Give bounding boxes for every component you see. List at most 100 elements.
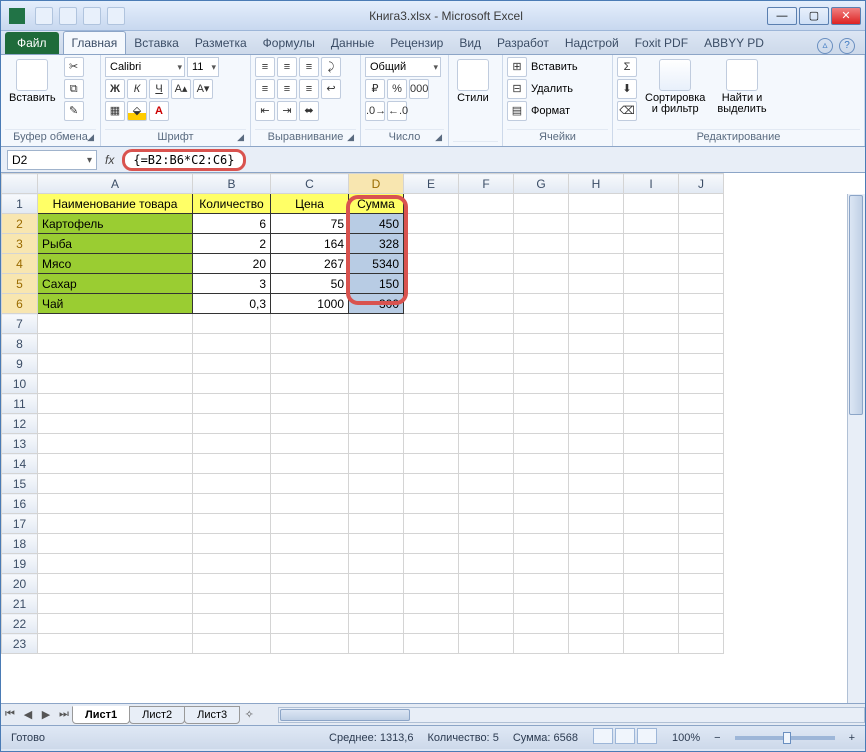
cell-I12[interactable] [624,414,679,434]
cell-F4[interactable] [459,254,514,274]
cell-D6[interactable]: 300 [349,294,404,314]
align-right-icon[interactable]: ≡ [299,79,319,99]
cell-H13[interactable] [569,434,624,454]
copy-icon[interactable]: ⧉ [64,79,84,99]
cell-C17[interactable] [271,514,349,534]
row-header-14[interactable]: 14 [2,454,38,474]
cell-H7[interactable] [569,314,624,334]
cell-D1[interactable]: Сумма [349,194,404,214]
col-header-B[interactable]: B [193,174,271,194]
font-name-combo[interactable]: Calibri [105,57,185,77]
cell-E9[interactable] [404,354,459,374]
cell-E5[interactable] [404,274,459,294]
cell-E23[interactable] [404,634,459,654]
cell-H5[interactable] [569,274,624,294]
cell-E3[interactable] [404,234,459,254]
cell-B4[interactable]: 20 [193,254,271,274]
format-cells-icon[interactable]: ▤ [507,101,527,121]
cell-G1[interactable] [514,194,569,214]
close-button[interactable]: ✕ [831,7,861,25]
cell-E17[interactable] [404,514,459,534]
decrease-decimal-icon[interactable]: ←.0 [387,101,407,121]
cell-D22[interactable] [349,614,404,634]
cell-H18[interactable] [569,534,624,554]
cell-C16[interactable] [271,494,349,514]
cell-F16[interactable] [459,494,514,514]
view-buttons[interactable] [592,728,658,747]
cell-F17[interactable] [459,514,514,534]
cell-F1[interactable] [459,194,514,214]
delete-cells-icon[interactable]: ⊟ [507,79,527,99]
cell-F6[interactable] [459,294,514,314]
row-header-10[interactable]: 10 [2,374,38,394]
cell-E8[interactable] [404,334,459,354]
format-painter-icon[interactable]: ✎ [64,101,84,121]
cell-B21[interactable] [193,594,271,614]
cell-C9[interactable] [271,354,349,374]
border-icon[interactable]: ▦ [105,101,125,121]
cell-A20[interactable] [38,574,193,594]
italic-button[interactable]: К [127,79,147,99]
cell-B7[interactable] [193,314,271,334]
cell-H4[interactable] [569,254,624,274]
cell-J5[interactable] [679,274,724,294]
cell-B22[interactable] [193,614,271,634]
cell-E18[interactable] [404,534,459,554]
cell-F21[interactable] [459,594,514,614]
cell-A22[interactable] [38,614,193,634]
cell-I19[interactable] [624,554,679,574]
cell-F18[interactable] [459,534,514,554]
cell-G19[interactable] [514,554,569,574]
row-header-18[interactable]: 18 [2,534,38,554]
cell-H1[interactable] [569,194,624,214]
cell-D23[interactable] [349,634,404,654]
cell-H17[interactable] [569,514,624,534]
sort-filter-button[interactable]: Сортировка и фильтр [641,57,709,117]
col-header-G[interactable]: G [514,174,569,194]
tab-foxit[interactable]: Foxit PDF [627,32,696,54]
font-color-icon[interactable]: A [149,101,169,121]
cell-C12[interactable] [271,414,349,434]
row-header-20[interactable]: 20 [2,574,38,594]
cell-D15[interactable] [349,474,404,494]
align-middle-icon[interactable]: ≡ [277,57,297,77]
cell-H19[interactable] [569,554,624,574]
cell-E1[interactable] [404,194,459,214]
sheet-nav-last-icon[interactable]: ⏭ [55,708,73,721]
cell-J8[interactable] [679,334,724,354]
cell-G7[interactable] [514,314,569,334]
vertical-scroll-thumb[interactable] [849,195,863,415]
cell-H14[interactable] [569,454,624,474]
cell-A6[interactable]: Чай [38,294,193,314]
cell-B8[interactable] [193,334,271,354]
cell-D20[interactable] [349,574,404,594]
cell-F13[interactable] [459,434,514,454]
sheet-tab-2[interactable]: Лист2 [129,706,185,724]
cell-C23[interactable] [271,634,349,654]
cell-I10[interactable] [624,374,679,394]
cell-I17[interactable] [624,514,679,534]
cell-C13[interactable] [271,434,349,454]
tab-home[interactable]: Главная [63,31,127,54]
cell-E6[interactable] [404,294,459,314]
cell-C14[interactable] [271,454,349,474]
row-header-5[interactable]: 5 [2,274,38,294]
cell-I9[interactable] [624,354,679,374]
cell-B20[interactable] [193,574,271,594]
cell-E14[interactable] [404,454,459,474]
cell-B2[interactable]: 6 [193,214,271,234]
cell-C15[interactable] [271,474,349,494]
sheet-nav-prev-icon[interactable]: ◀ [19,708,37,721]
cell-J21[interactable] [679,594,724,614]
cell-D19[interactable] [349,554,404,574]
cell-J1[interactable] [679,194,724,214]
cell-A21[interactable] [38,594,193,614]
horizontal-scroll-thumb[interactable] [280,709,410,721]
cell-G17[interactable] [514,514,569,534]
cell-I5[interactable] [624,274,679,294]
cell-D7[interactable] [349,314,404,334]
delete-cells-label[interactable]: Удалить [529,83,573,95]
cell-I14[interactable] [624,454,679,474]
cell-J18[interactable] [679,534,724,554]
cell-C4[interactable]: 267 [271,254,349,274]
